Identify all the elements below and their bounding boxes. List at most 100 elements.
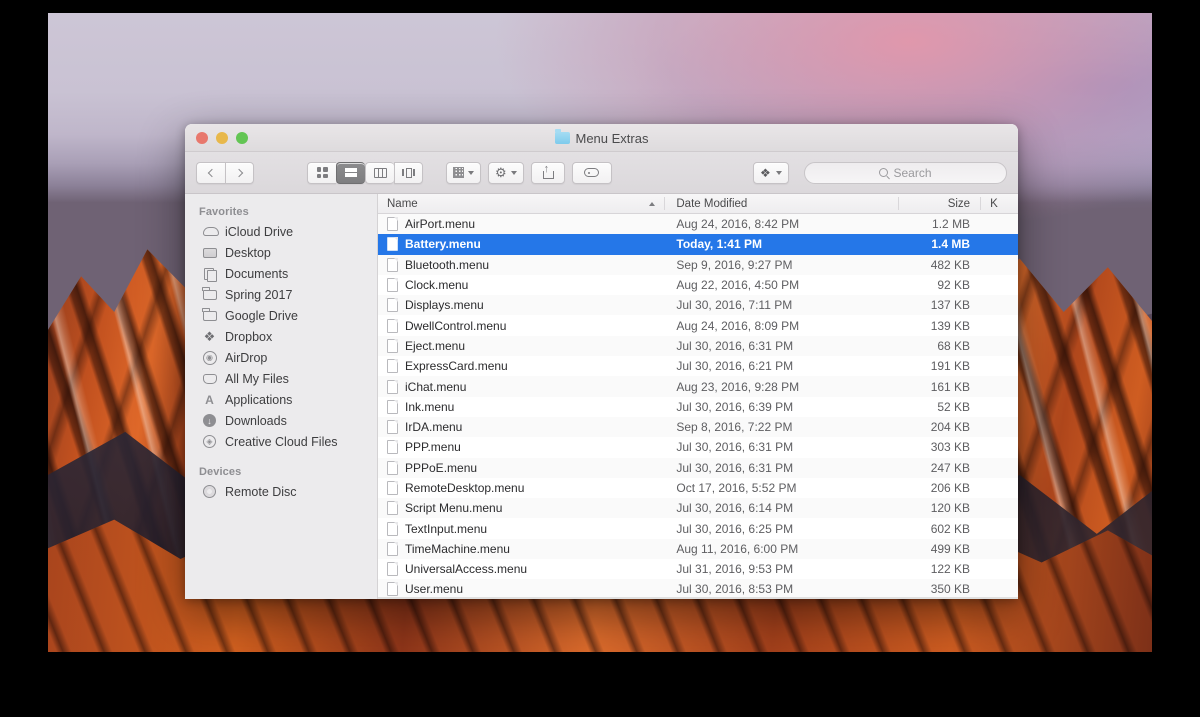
forward-button[interactable] [225,161,254,184]
file-date-cell: Sep 8, 2016, 7:22 PM [676,420,793,435]
table-row[interactable]: Clock.menu Aug 22, 2016, 4:50 PM 92 KB [378,274,1018,296]
tag-icon [584,168,600,177]
sidebar-item-applications[interactable]: A Applications [185,389,377,410]
table-row[interactable]: Script Menu.menu Jul 30, 2016, 6:14 PM 120… [378,498,1018,519]
column-view-button[interactable] [365,161,394,184]
file-date-cell: Jul 30, 2016, 6:39 PM [676,399,794,414]
icon-view-button[interactable] [307,161,336,184]
cover-flow-view-button[interactable] [394,161,423,184]
desktop-screen: Menu Extras ⚙ ↑ ❖ Search Favorites iClou… [0,0,1200,717]
back-button[interactable] [196,161,225,184]
document-icon [387,338,398,353]
sidebar-item-dropbox[interactable]: ❖ Dropbox [185,326,377,347]
zoom-button[interactable] [236,131,248,144]
search-input[interactable]: Search [804,161,1007,184]
column-header-label: Size [947,197,971,210]
finder-window[interactable]: Menu Extras ⚙ ↑ ❖ Search Favorites iClou… [185,124,1018,599]
file-name-cell: Ink.menu [378,397,665,417]
folder-icon [202,307,217,323]
column-header-date-modified[interactable]: Date Modified [665,194,899,213]
table-row[interactable]: Displays.menu Jul 30, 2016, 7:11 PM 137 KB [378,295,1018,316]
sidebar-item-creative-cloud-files[interactable]: ◈ Creative Cloud Files [185,431,377,452]
file-date-cell: Jul 30, 2016, 6:21 PM [676,359,794,374]
file-size-cell: 206 KB [930,481,971,495]
file-kind-cell [981,518,1018,538]
file-name-label: TextInput.menu [405,521,488,536]
column-header-kind[interactable]: K [981,194,1018,213]
sidebar-heading-devices: Devices [199,466,242,478]
close-button[interactable] [196,131,208,144]
file-name-cell: TextInput.menu [378,518,665,538]
sidebar-item-label: Creative Cloud Files [225,434,338,449]
sidebar-item-documents[interactable]: Documents [185,263,377,284]
table-row[interactable]: PPPoE.menu Jul 30, 2016, 6:31 PM 247 KB [378,457,1018,478]
sidebar-item-label: iCloud Drive [225,224,294,239]
dropbox-button[interactable]: ❖ [753,161,789,184]
table-row[interactable]: DwellControl.menu Aug 24, 2016, 8:09 PM 13… [378,315,1018,336]
table-row[interactable]: TextInput.menu Jul 30, 2016, 6:25 PM 602 K… [378,518,1018,539]
sidebar-item-all-my-files[interactable]: All My Files [185,368,377,389]
arrange-by-button[interactable] [446,161,481,184]
file-kind-cell [981,255,1018,275]
sidebar-item-label: AirDrop [225,350,268,365]
table-row[interactable]: ExpressCard.menu Jul 30, 2016, 6:21 PM 191… [378,356,1018,377]
sidebar-item-spring-2017[interactable]: Spring 2017 [185,284,377,305]
table-row[interactable]: RemoteDesktop.menu Oct 17, 2016, 5:52 PM 2… [378,477,1018,499]
file-kind-cell [981,336,1018,356]
file-kind-cell [981,214,1018,234]
table-row[interactable]: TimeMachine.menu Aug 11, 2016, 6:00 PM 499… [378,538,1018,560]
sidebar-item-label: Remote Disc [225,484,297,499]
creative-cloud-icon: ◈ [202,434,217,449]
column-header-name[interactable]: Name [378,194,666,213]
action-button[interactable]: ⚙ [488,161,524,184]
edit-tags-button[interactable] [571,161,612,184]
cover-flow-icon [402,167,416,178]
document-icon [387,278,398,293]
table-row[interactable]: AirPort.menu Aug 24, 2016, 8:42 PM 1.2 MB [378,214,1018,235]
table-row[interactable]: iChat.menu Aug 23, 2016, 9:28 PM 161 KB [378,376,1018,397]
minimize-button[interactable] [216,131,228,144]
list-view-button[interactable] [336,161,365,184]
sidebar-item-google-drive[interactable]: Google Drive [185,305,377,326]
document-icon [387,582,398,597]
file-size-cell: 92 KB [937,278,971,293]
table-row[interactable]: UniversalAccess.menu Jul 31, 2016, 9:53 P… [378,559,1018,580]
table-row[interactable]: Eject.menu Jul 30, 2016, 6:31 PM 68 KB [378,335,1018,357]
document-icon [387,257,398,272]
sidebar-heading-favorites: Favorites [199,206,249,218]
file-size-cell: 68 KB [937,338,971,353]
share-button[interactable] [530,161,565,184]
table-row[interactable]: PPP.menu Jul 30, 2016, 6:31 PM 303 KB [378,437,1018,458]
chevron-down-icon [468,170,474,175]
file-name-cell: Battery.menu [378,234,665,254]
file-size-cell: 191 KB [930,359,971,374]
sidebar-item-desktop[interactable]: Desktop [185,242,377,263]
desktop-icon [202,245,217,260]
window-titlebar[interactable]: Menu Extras [185,124,1018,152]
file-date-cell: Jul 30, 2016, 6:31 PM [676,338,794,353]
document-icon [387,501,398,516]
sidebar-item-airdrop[interactable]: ◉ AirDrop [185,347,377,368]
sidebar-item-remote-disc[interactable]: Remote Disc [185,481,377,502]
file-kind-cell [981,315,1018,335]
file-date-cell: Aug 24, 2016, 8:09 PM [676,318,800,333]
column-header-size[interactable]: Size [899,194,982,213]
file-name-cell: IrDA.menu [378,417,665,437]
document-icon [387,521,398,536]
chevron-down-icon [776,170,782,175]
sidebar-item-downloads[interactable]: ↓ Downloads [185,410,377,431]
table-row[interactable]: IrDA.menu Sep 8, 2016, 7:22 PM 204 KB [378,416,1018,438]
file-size-cell: 137 KB [930,298,971,313]
table-row[interactable]: Ink.menu Jul 30, 2016, 6:39 PM 52 KB [378,396,1018,417]
file-name-label: PPP.menu [405,440,461,455]
document-icon [387,379,398,394]
document-icon [387,298,398,313]
file-date-cell: Jul 30, 2016, 6:14 PM [676,501,794,516]
file-name-label: RemoteDesktop.menu [405,481,525,495]
sidebar-item-icloud-drive[interactable]: iCloud Drive [185,221,377,242]
table-row[interactable]: Battery.menu Today, 1:41 PM 1.4 MB [378,234,1018,255]
table-row[interactable]: Bluetooth.menu Sep 9, 2016, 9:27 PM 482 KB [378,254,1018,275]
file-name-cell: PPPoE.menu [378,458,665,478]
file-size-cell: 139 KB [930,318,971,333]
file-name-cell: Clock.menu [378,275,665,295]
